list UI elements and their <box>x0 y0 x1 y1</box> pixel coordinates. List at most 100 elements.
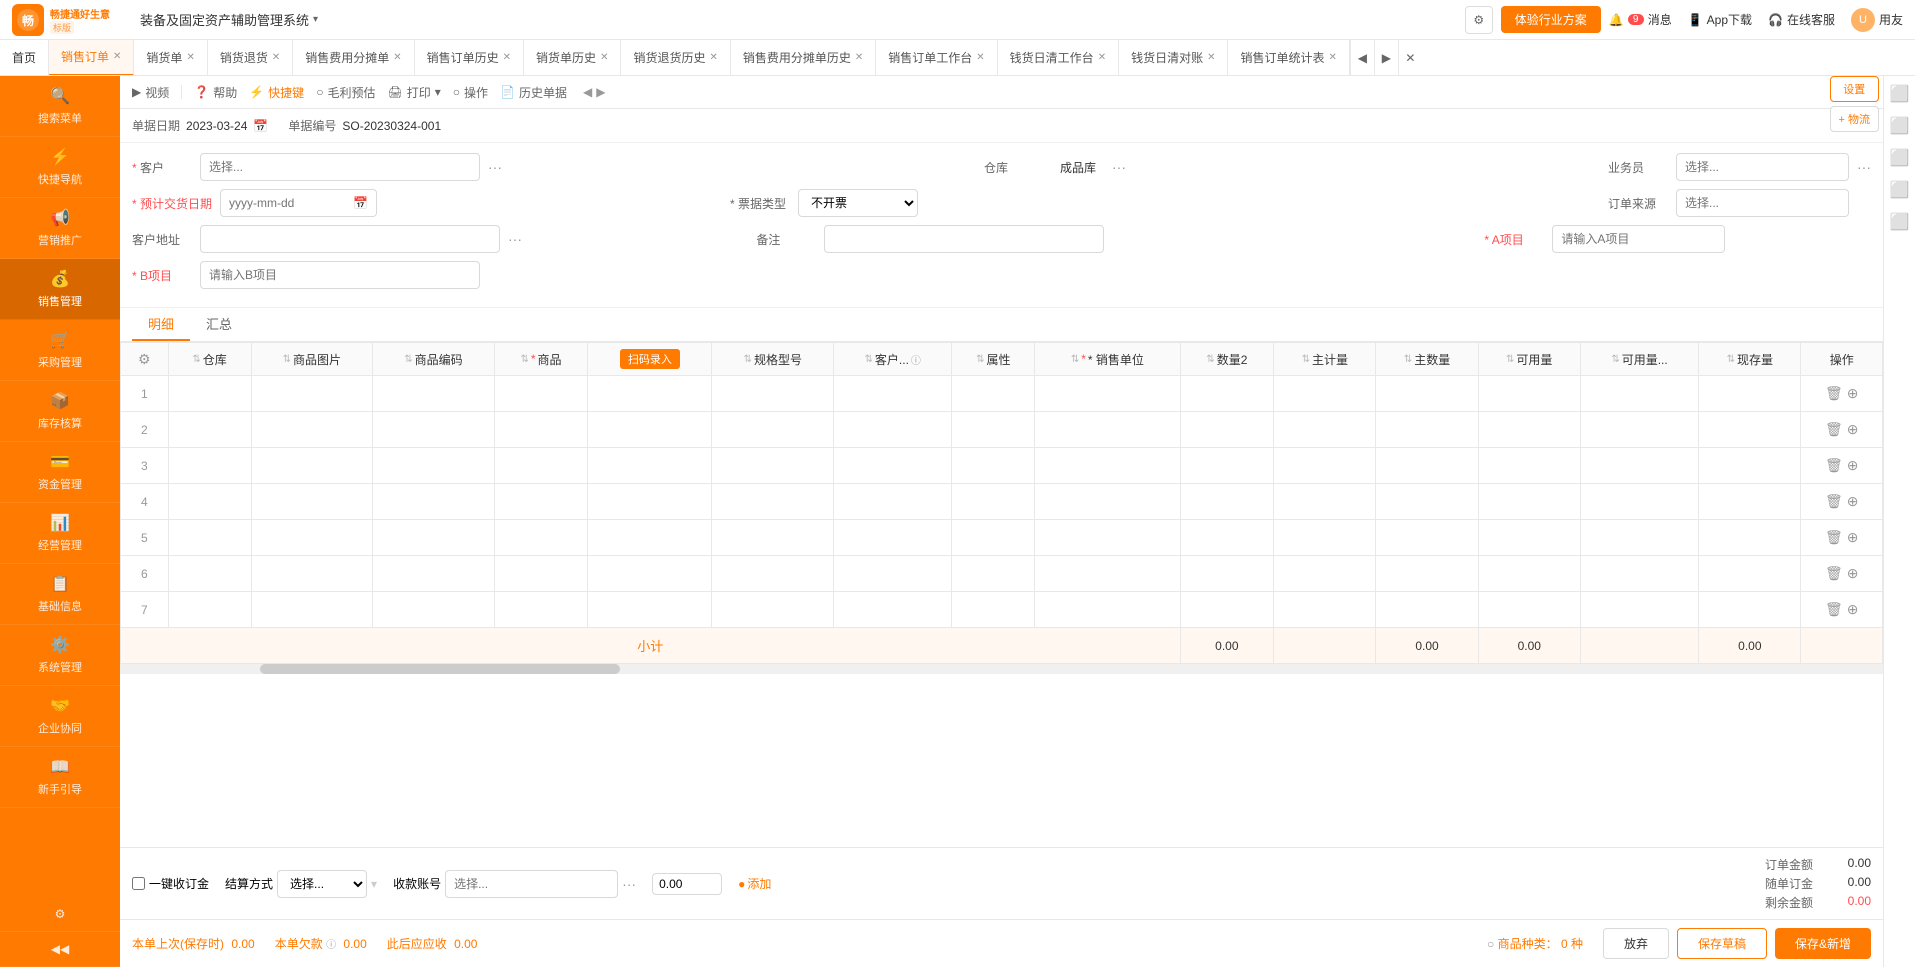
sidebar-item-system[interactable]: ⚙️ 系统管理 <box>0 625 120 686</box>
table-settings-icon[interactable]: ⚙ <box>138 351 151 367</box>
row-product[interactable] <box>494 376 588 412</box>
b-project-input[interactable] <box>200 261 480 289</box>
tab-close-icon[interactable]: ✕ <box>709 52 717 63</box>
tab-cash-reconcile[interactable]: 钱货日清对账 ✕ <box>1119 40 1228 76</box>
tab-return[interactable]: 销货退货 ✕ <box>208 40 293 76</box>
shortcut-btn[interactable]: ⚡ 快捷键 <box>249 84 304 101</box>
tab-delivery-history[interactable]: 销货单历史 ✕ <box>524 40 621 76</box>
sidebar-item-purchase[interactable]: 🛒 采购管理 <box>0 320 120 381</box>
tab-sales-order[interactable]: 销售订单 ✕ <box>49 40 134 76</box>
tab-close-icon[interactable]: ✕ <box>600 52 608 63</box>
tab-stats[interactable]: 销售订单统计表 ✕ <box>1228 40 1349 76</box>
tab-close-icon[interactable]: ✕ <box>186 52 194 63</box>
date-value[interactable]: 2023-03-24 <box>186 119 247 133</box>
tab-cash-workbench[interactable]: 钱货日清工作台 ✕ <box>998 40 1119 76</box>
row-sales-unit[interactable] <box>1035 376 1180 412</box>
row-product-img[interactable] <box>251 376 373 412</box>
tab-close-icon[interactable]: ✕ <box>976 52 984 63</box>
tab-close-icon[interactable]: ✕ <box>113 51 121 62</box>
tab-expense-split[interactable]: 销售费用分摊单 ✕ <box>293 40 414 76</box>
message-btn[interactable]: 🔔 9 消息 <box>1609 11 1672 28</box>
scan-input-btn[interactable]: 扫码录入 <box>620 349 680 369</box>
tab-order-history[interactable]: 销售订单历史 ✕ <box>415 40 524 76</box>
row-product-code[interactable] <box>373 376 495 412</box>
row-customer-spec[interactable] <box>834 376 952 412</box>
discard-button[interactable]: 放弃 <box>1603 928 1669 959</box>
settings-panel-btn[interactable]: 设置 <box>1830 76 1879 102</box>
app-download-btn[interactable]: 📱 App下载 <box>1688 11 1752 28</box>
tab-sales-delivery[interactable]: 销货单 ✕ <box>134 40 207 76</box>
delivery-date-field[interactable]: 📅 <box>220 189 377 217</box>
delete-row-icon[interactable]: 🗑 <box>1825 385 1843 402</box>
operation-btn[interactable]: ○ 操作 <box>453 84 488 101</box>
copy-row-icon[interactable]: ⊕ <box>1847 493 1859 510</box>
sidebar-settings-btn[interactable]: ⚙ <box>0 897 120 932</box>
address-input[interactable] <box>200 225 500 253</box>
tab-home[interactable]: 首页 <box>0 40 49 76</box>
tab-return-history[interactable]: 销货退货历史 ✕ <box>621 40 730 76</box>
order-source-input[interactable] <box>1676 189 1849 217</box>
invoice-select[interactable]: 不开票 <box>798 189 918 217</box>
warehouse-ellipsis-btn[interactable]: ··· <box>1112 159 1126 175</box>
copy-row-icon[interactable]: ⊕ <box>1847 457 1859 474</box>
a-project-input[interactable] <box>1552 225 1725 253</box>
tab-prev-btn[interactable]: ◀ <box>1350 40 1374 76</box>
account-ellipsis-btn[interactable]: ··· <box>622 876 636 892</box>
row-warehouse[interactable] <box>168 376 251 412</box>
tab-detail[interactable]: 明细 <box>132 308 190 341</box>
sidebar-collapse-btn[interactable]: ◀◀ <box>0 932 120 967</box>
staff-input[interactable] <box>1676 153 1849 181</box>
row-spec[interactable] <box>712 376 834 412</box>
sidebar-item-sales[interactable]: 💰 销售管理 <box>0 259 120 320</box>
tab-close-icon[interactable]: ✕ <box>393 52 401 63</box>
copy-row-icon[interactable]: ⊕ <box>1847 529 1859 546</box>
delete-row-icon[interactable]: 🗑 <box>1825 601 1843 618</box>
add-btn[interactable]: ● 添加 <box>738 875 771 892</box>
right-tool-5-icon[interactable]: ⬜ <box>1890 212 1910 232</box>
delete-row-icon[interactable]: 🗑 <box>1825 493 1843 510</box>
calendar-icon[interactable]: 📅 <box>253 119 268 133</box>
horizontal-scrollbar[interactable] <box>120 664 1883 674</box>
industry-btn[interactable]: 体验行业方案 <box>1501 6 1601 33</box>
tab-summary[interactable]: 汇总 <box>190 308 248 341</box>
copy-row-icon[interactable]: ⊕ <box>1847 601 1859 618</box>
right-tool-4-icon[interactable]: ⬜ <box>1890 180 1910 200</box>
add-logistics-btn[interactable]: + 物流 <box>1830 106 1879 132</box>
order-source-ellipsis-btn[interactable]: ··· <box>1857 195 1871 211</box>
sidebar-item-marketing[interactable]: 📢 营销推广 <box>0 198 120 259</box>
row-available2[interactable] <box>1580 376 1698 412</box>
tab-expense-history[interactable]: 销售费用分摊单历史 ✕ <box>731 40 876 76</box>
save-new-button[interactable]: 保存&新增 <box>1775 928 1871 959</box>
tab-close-icon[interactable]: ✕ <box>1098 52 1106 63</box>
copy-row-icon[interactable]: ⊕ <box>1847 565 1859 582</box>
save-draft-button[interactable]: 保存草稿 <box>1677 928 1767 959</box>
address-ellipsis-btn[interactable]: ··· <box>508 231 522 247</box>
gear-button[interactable]: ⚙ <box>1465 6 1493 34</box>
col-settings[interactable]: ⚙ <box>121 343 169 376</box>
delete-row-icon[interactable]: 🗑 <box>1825 565 1843 582</box>
row-available[interactable] <box>1478 376 1580 412</box>
account-input[interactable] <box>445 870 618 898</box>
delete-row-icon[interactable]: 🗑 <box>1825 421 1843 438</box>
history-btn[interactable]: 📄 历史单据 <box>500 84 567 101</box>
tab-close-icon[interactable]: ✕ <box>272 52 280 63</box>
user-menu[interactable]: U 用友 <box>1851 8 1903 32</box>
print-btn[interactable]: 🖨 打印 ▾ <box>387 84 440 101</box>
row-scan[interactable] <box>588 376 712 412</box>
note-input[interactable] <box>824 225 1104 253</box>
online-service-btn[interactable]: 🎧 在线客服 <box>1768 11 1835 28</box>
sidebar-item-operation[interactable]: 📊 经营管理 <box>0 503 120 564</box>
delete-row-icon[interactable]: 🗑 <box>1825 529 1843 546</box>
sidebar-item-finance[interactable]: 💳 资金管理 <box>0 442 120 503</box>
view-video-btn[interactable]: ▶ 视频 <box>132 84 169 101</box>
right-tool-2-icon[interactable]: ⬜ <box>1890 116 1910 136</box>
sidebar-item-enterprise[interactable]: 🤝 企业协同 <box>0 686 120 747</box>
sidebar-item-quick[interactable]: ⚡ 快捷导航 <box>0 137 120 198</box>
tab-close-icon[interactable]: ✕ <box>503 52 511 63</box>
row-attr[interactable] <box>952 376 1035 412</box>
tab-workbench[interactable]: 销售订单工作台 ✕ <box>876 40 997 76</box>
prev-nav-icon[interactable]: ◀ <box>583 85 592 99</box>
row-qty2[interactable] <box>1180 376 1274 412</box>
payment-method-select[interactable]: 选择... <box>277 870 367 898</box>
next-nav-icon[interactable]: ▶ <box>596 85 605 99</box>
